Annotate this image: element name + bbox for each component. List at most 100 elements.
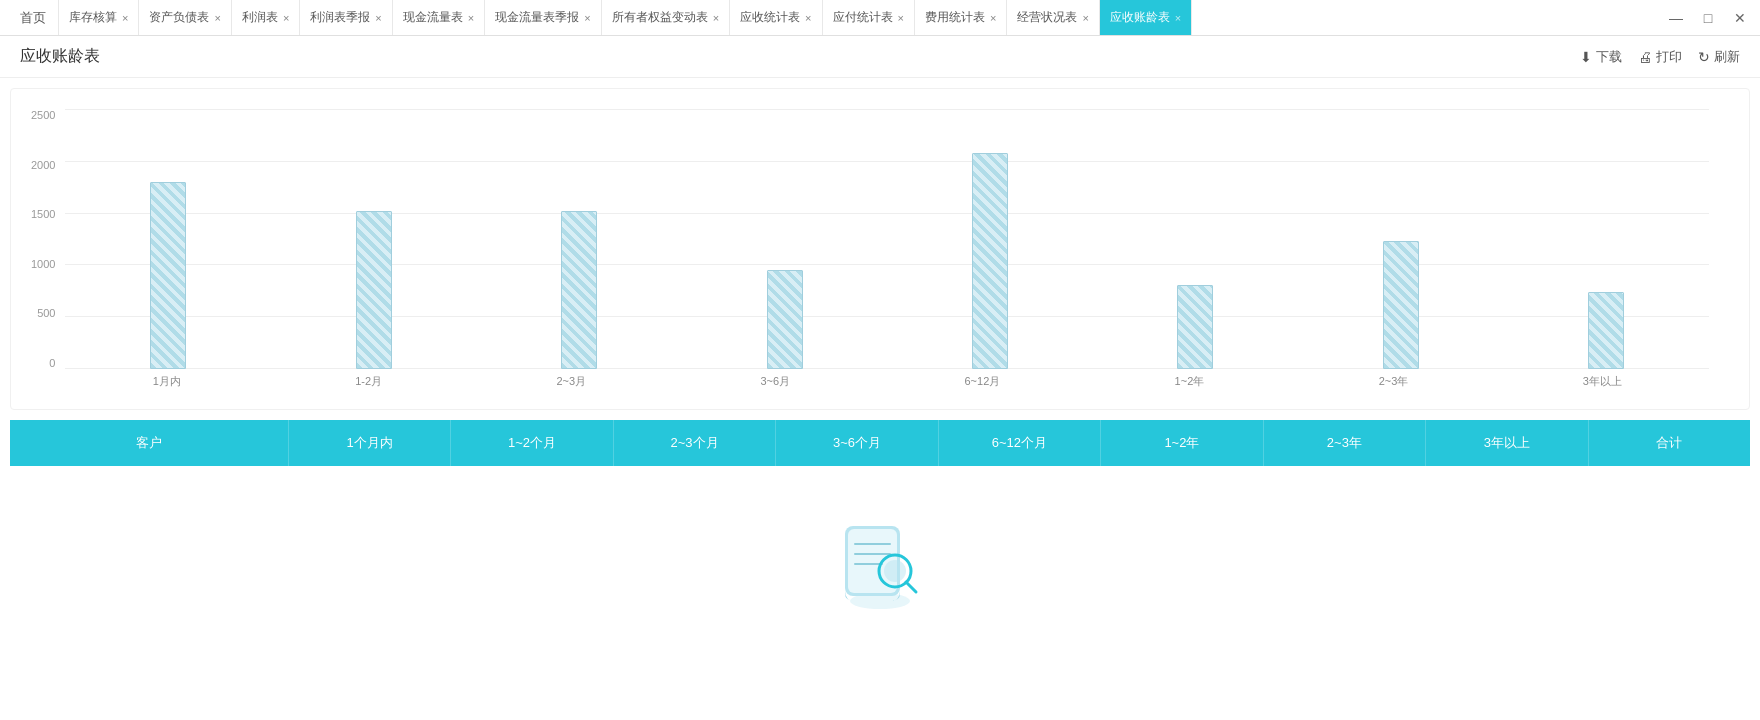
bar-6 [1383, 241, 1419, 369]
tab-ar-aging-label: 应收账龄表 [1110, 9, 1170, 26]
bar-5 [1177, 285, 1213, 369]
tab-operations-label: 经营状况表 [1017, 9, 1077, 26]
x-label-4: 6~12月 [964, 374, 1000, 389]
tab-profit-quarterly-close[interactable]: × [375, 12, 381, 24]
tab-expense[interactable]: 费用统计表 × [915, 0, 1007, 36]
page-header: 应收账龄表 ⬇ 下载 🖨 打印 ↻ 刷新 [0, 36, 1760, 78]
th-3: 2~3个月 [614, 420, 776, 466]
tab-cashflow[interactable]: 现金流量表 × [393, 0, 485, 36]
bar-group-3 [767, 270, 803, 369]
window-controls: — □ ✕ [1664, 6, 1752, 30]
tab-equity[interactable]: 所有者权益变动表 × [602, 0, 730, 36]
chart-container: 2500 2000 1500 1000 500 0 [10, 88, 1750, 410]
tab-profit-quarterly-label: 利润表季报 [310, 9, 370, 26]
bar-group-7 [1588, 292, 1624, 369]
page-actions: ⬇ 下载 🖨 打印 ↻ 刷新 [1580, 48, 1740, 66]
empty-illustration [820, 506, 940, 616]
refresh-icon: ↻ [1698, 49, 1710, 65]
chart-area: 2500 2000 1500 1000 500 0 [31, 109, 1709, 389]
tab-balance-sheet-close[interactable]: × [214, 12, 220, 24]
chart-bars-wrapper: 1月内1-2月2~3月3~6月6~12月1~2年2~3年3年以上 [65, 109, 1709, 389]
tab-cashflow-quarterly-label: 现金流量表季报 [495, 9, 579, 26]
th-6: 1~2年 [1101, 420, 1263, 466]
tab-profit-quarterly[interactable]: 利润表季报 × [300, 0, 392, 36]
y-label-0: 0 [49, 357, 55, 369]
bar-group-4 [972, 153, 1008, 369]
bar-group-0 [150, 182, 186, 369]
tab-operations-close[interactable]: × [1082, 12, 1088, 24]
download-icon: ⬇ [1580, 49, 1592, 65]
tab-bar: 首页 库存核算 × 资产负债表 × 利润表 × 利润表季报 × 现金流量表 × … [0, 0, 1760, 36]
tab-profit-label: 利润表 [242, 9, 278, 26]
print-icon: 🖨 [1638, 49, 1652, 65]
bar-group-2 [561, 211, 597, 369]
page-content: 应收账龄表 ⬇ 下载 🖨 打印 ↻ 刷新 2500 2000 1500 10 [0, 36, 1760, 720]
tab-ar-aging[interactable]: 应收账龄表 × [1100, 0, 1192, 36]
bar-group-1 [356, 211, 392, 369]
download-label: 下载 [1596, 48, 1622, 66]
bar-3 [767, 270, 803, 369]
window-close-btn[interactable]: ✕ [1728, 6, 1752, 30]
y-label-1000: 1000 [31, 258, 55, 270]
th-7: 2~3年 [1264, 420, 1426, 466]
tab-ar-stat-close[interactable]: × [805, 12, 811, 24]
download-button[interactable]: ⬇ 下载 [1580, 48, 1622, 66]
bar-7 [1588, 292, 1624, 369]
bar-2 [561, 211, 597, 369]
tab-ar-stat-label: 应收统计表 [740, 9, 800, 26]
chart-y-axis: 2500 2000 1500 1000 500 0 [31, 109, 55, 389]
tab-operations[interactable]: 经营状况表 × [1007, 0, 1099, 36]
refresh-button[interactable]: ↻ 刷新 [1698, 48, 1740, 66]
tab-ap-stat-close[interactable]: × [898, 12, 904, 24]
tab-expense-close[interactable]: × [990, 12, 996, 24]
bar-4 [972, 153, 1008, 369]
tab-ap-stat-label: 应付统计表 [833, 9, 893, 26]
tab-profit-close[interactable]: × [283, 12, 289, 24]
table-header: 客户1个月内1~2个月2~3个月3~6个月6~12个月1~2年2~3年3年以上合… [10, 420, 1750, 466]
bar-1 [356, 211, 392, 369]
tab-cashflow-quarterly[interactable]: 现金流量表季报 × [485, 0, 601, 36]
x-label-1: 1-2月 [355, 374, 382, 389]
print-label: 打印 [1656, 48, 1682, 66]
tab-balance-sheet-label: 资产负债表 [149, 9, 209, 26]
print-button[interactable]: 🖨 打印 [1638, 48, 1682, 66]
tab-cashflow-label: 现金流量表 [403, 9, 463, 26]
tab-profit[interactable]: 利润表 × [232, 0, 300, 36]
chart-bars-row [65, 109, 1709, 369]
page-title: 应收账龄表 [20, 46, 100, 67]
tab-ar-stat[interactable]: 应收统计表 × [730, 0, 822, 36]
x-label-5: 1~2年 [1175, 374, 1205, 389]
th-1: 1个月内 [289, 420, 451, 466]
x-label-3: 3~6月 [760, 374, 790, 389]
tab-ar-aging-close[interactable]: × [1175, 12, 1181, 24]
bar-group-5 [1177, 285, 1213, 369]
th-9: 合计 [1589, 420, 1750, 466]
tab-equity-label: 所有者权益变动表 [612, 9, 708, 26]
tab-inventory[interactable]: 库存核算 × [59, 0, 139, 36]
svg-line-8 [906, 582, 916, 592]
tab-home[interactable]: 首页 [8, 0, 59, 36]
th-0: 客户 [10, 420, 289, 466]
tab-home-label: 首页 [20, 9, 46, 27]
window-minimize-btn[interactable]: — [1664, 6, 1688, 30]
tab-expense-label: 费用统计表 [925, 9, 985, 26]
y-label-500: 500 [37, 307, 55, 319]
y-label-2500-top: 2500 [31, 109, 55, 121]
y-label-1500: 1500 [31, 208, 55, 220]
bar-group-6 [1383, 241, 1419, 369]
tab-ap-stat[interactable]: 应付统计表 × [823, 0, 915, 36]
x-label-2: 2~3月 [556, 374, 586, 389]
x-label-0: 1月内 [153, 374, 181, 389]
tab-balance-sheet[interactable]: 资产负债表 × [139, 0, 231, 36]
window-maximize-btn[interactable]: □ [1696, 6, 1720, 30]
empty-state [0, 466, 1760, 656]
th-8: 3年以上 [1426, 420, 1588, 466]
tab-cashflow-quarterly-close[interactable]: × [584, 12, 590, 24]
svg-rect-2 [848, 529, 897, 593]
tab-inventory-close[interactable]: × [122, 12, 128, 24]
tab-cashflow-close[interactable]: × [468, 12, 474, 24]
x-axis-labels: 1月内1-2月2~3月3~6月6~12月1~2年2~3年3年以上 [65, 374, 1709, 389]
tab-equity-close[interactable]: × [713, 12, 719, 24]
x-label-6: 2~3年 [1379, 374, 1409, 389]
y-label-2000: 2000 [31, 159, 55, 171]
